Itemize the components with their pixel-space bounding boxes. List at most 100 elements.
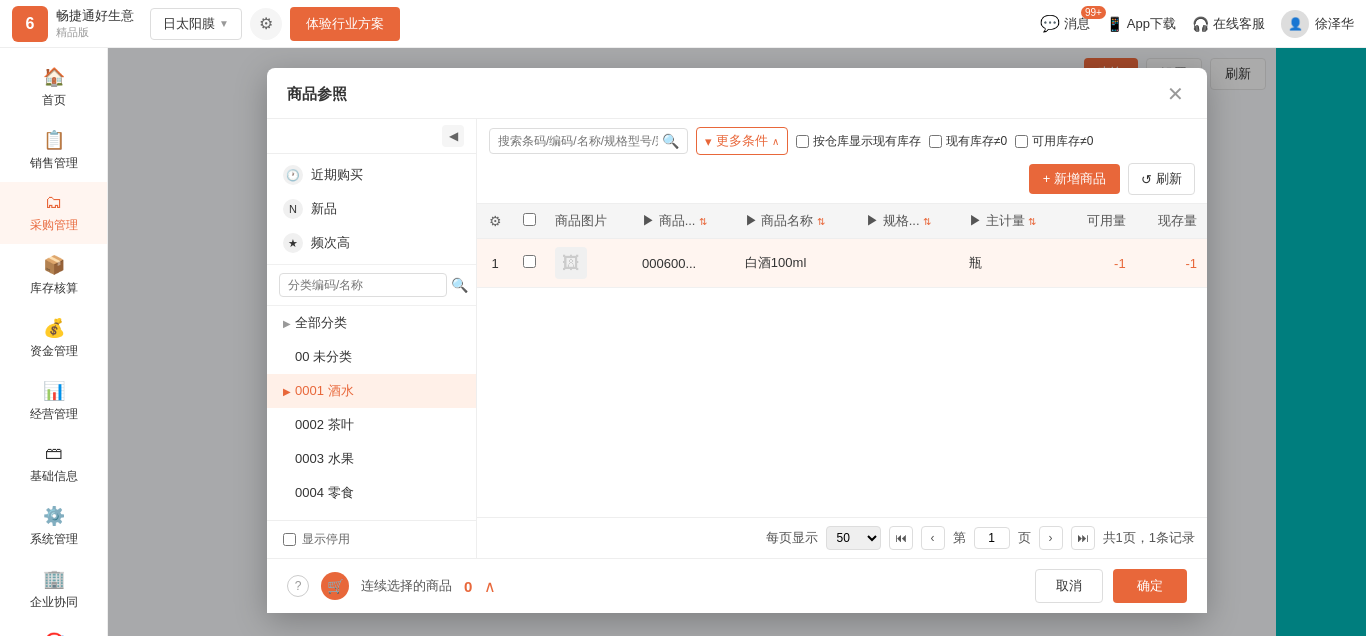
product-image: 🖼 [555, 247, 587, 279]
col-settings[interactable]: ⚙ [477, 204, 513, 239]
select-all-checkbox[interactable] [523, 213, 536, 226]
user-area[interactable]: 👤 徐泽华 [1281, 10, 1354, 38]
trial-button[interactable]: 体验行业方案 [290, 7, 400, 41]
warehouse-checkbox-label: 按仓库显示现有库存 [813, 133, 921, 150]
row-available: -1 [1064, 239, 1135, 288]
finance-icon: 💰 [43, 317, 65, 339]
sales-icon: 📋 [43, 129, 65, 151]
sidebar-item-inventory[interactable]: 📦 库存核算 [0, 244, 107, 307]
cancel-button[interactable]: 取消 [1035, 569, 1103, 603]
page-prev-button[interactable]: ‹ [921, 526, 945, 550]
collapse-footer-button[interactable]: ∧ [484, 577, 496, 596]
refresh-button[interactable]: ↺ 刷新 [1128, 163, 1195, 195]
quick-item-recent[interactable]: 🕐 近期购买 [267, 158, 476, 192]
modal-close-button[interactable]: ✕ [1163, 82, 1187, 106]
page-first-button[interactable]: ⏮ [889, 526, 913, 550]
row-check[interactable] [513, 239, 545, 288]
category-00[interactable]: 00 未分类 [267, 340, 476, 374]
enterprise-icon: 🏢 [43, 568, 65, 590]
logo-name: 畅捷通好生意 [56, 7, 134, 25]
headset-icon: 🎧 [1192, 16, 1209, 32]
purchase-icon: 🗂 [45, 192, 63, 213]
category-0005[interactable]: 0005 饮料 [267, 510, 476, 520]
page-last-button[interactable]: ⏭ [1071, 526, 1095, 550]
checkbox-warehouse[interactable]: 按仓库显示现有库存 [796, 133, 921, 150]
category-0003[interactable]: 0003 水果 [267, 442, 476, 476]
collapse-button[interactable]: ◀ [442, 125, 464, 147]
message-item[interactable]: 💬 消息 99+ [1040, 14, 1090, 33]
warehouse-checkbox-input[interactable] [796, 135, 809, 148]
filter-arrow-icon: ∧ [772, 136, 779, 147]
selected-count: 0 [464, 578, 472, 595]
all-arrow: ▶ [283, 318, 291, 329]
row-stock: -1 [1136, 239, 1207, 288]
toolbar: 🔍 ▾ 更多条件 ∧ 按仓库显示现有库存 [477, 119, 1207, 204]
confirm-button[interactable]: 确定 [1113, 569, 1187, 603]
category-search-icon: 🔍 [451, 277, 468, 293]
sidebar-item-purchase[interactable]: 🗂 采购管理 [0, 182, 107, 244]
modal-body: ◀ 🕐 近期购买 N 新品 ★ [267, 119, 1207, 558]
cart-button[interactable]: 🛒 [321, 572, 349, 600]
sidebar-item-basic[interactable]: 🗃 基础信息 [0, 433, 107, 495]
nav-select[interactable]: 日太阳膜 ▼ [150, 8, 242, 40]
category-0002[interactable]: 0002 茶叶 [267, 408, 476, 442]
help-button[interactable]: ? [287, 575, 309, 597]
product-search-input[interactable] [498, 134, 658, 148]
sidebar-label-sales: 销售管理 [30, 155, 78, 172]
available-nonzero-input[interactable] [1015, 135, 1028, 148]
refresh-label: 刷新 [1156, 170, 1182, 188]
sidebar-item-enterprise[interactable]: 🏢 企业协同 [0, 558, 107, 621]
sidebar-label-system: 系统管理 [30, 531, 78, 548]
right-panel: 🔍 ▾ 更多条件 ∧ 按仓库显示现有库存 [477, 119, 1207, 558]
row-img: 🖼 [545, 239, 632, 288]
sidebar-item-guide[interactable]: 🎯 新手引导 [0, 621, 107, 636]
sidebar-label-purchase: 采购管理 [30, 217, 78, 234]
sidebar-label-home: 首页 [42, 92, 66, 109]
nav-select-label: 日太阳膜 [163, 15, 215, 33]
nav-right: 💬 消息 99+ 📱 App下载 🎧 在线客服 👤 徐泽华 [1040, 10, 1354, 38]
operation-icon: 📊 [43, 380, 65, 402]
filter-button[interactable]: ▾ 更多条件 ∧ [696, 127, 788, 155]
category-search-input[interactable] [279, 273, 447, 297]
page-size-select[interactable]: 10 20 50 100 [826, 526, 881, 550]
quick-item-frequent[interactable]: ★ 频次高 [267, 226, 476, 260]
row-checkbox[interactable] [523, 255, 536, 268]
checkbox-stock-nonzero[interactable]: 现有库存≠0 [929, 133, 1007, 150]
modal-header: 商品参照 ✕ [267, 68, 1207, 119]
show-disabled-label: 显示停用 [302, 531, 350, 548]
col-unit[interactable]: ▶ 主计量 ⇅ [959, 204, 1064, 239]
sidebar-item-sales[interactable]: 📋 销售管理 [0, 119, 107, 182]
filter-label: 更多条件 [716, 132, 768, 150]
sidebar-label-finance: 资金管理 [30, 343, 78, 360]
cat-00-label: 00 未分类 [295, 349, 352, 364]
col-code[interactable]: ▶ 商品... ⇅ [632, 204, 735, 239]
add-product-button[interactable]: + 新增商品 [1029, 164, 1120, 194]
sidebar-item-operation[interactable]: 📊 经营管理 [0, 370, 107, 433]
show-disabled-checkbox[interactable] [283, 533, 296, 546]
table-row[interactable]: 1 🖼 000600... 白酒100ml [477, 239, 1207, 288]
content-area: 查询 设置 刷新 商品参照 ✕ ◀ [108, 48, 1366, 636]
frequent-icon: ★ [283, 233, 303, 253]
col-spec[interactable]: ▶ 规格... ⇅ [856, 204, 959, 239]
category-search-row: 🔍 [267, 265, 476, 306]
modal: 商品参照 ✕ ◀ 🕐 近期购买 [267, 68, 1207, 613]
col-name[interactable]: ▶ 商品名称 ⇅ [735, 204, 856, 239]
checkbox-available-nonzero[interactable]: 可用库存≠0 [1015, 133, 1093, 150]
online-service-item[interactable]: 🎧 在线客服 [1192, 15, 1265, 33]
sidebar-item-finance[interactable]: 💰 资金管理 [0, 307, 107, 370]
category-0001[interactable]: ▶ 0001 酒水 [267, 374, 476, 408]
quick-item-new[interactable]: N 新品 [267, 192, 476, 226]
col-available: 可用量 [1064, 204, 1135, 239]
sidebar-item-system[interactable]: ⚙️ 系统管理 [0, 495, 107, 558]
page-input[interactable] [974, 527, 1010, 549]
all-label: 全部分类 [295, 314, 347, 332]
cat-0001-label: 0001 酒水 [295, 382, 354, 400]
gear-button[interactable]: ⚙ [250, 8, 282, 40]
sidebar-item-home[interactable]: 🏠 首页 [0, 56, 107, 119]
app-download-item[interactable]: 📱 App下载 [1106, 15, 1176, 33]
page-text: 第 [953, 529, 966, 547]
category-all[interactable]: ▶ 全部分类 [267, 306, 476, 340]
page-next-button[interactable]: › [1039, 526, 1063, 550]
category-0004[interactable]: 0004 零食 [267, 476, 476, 510]
stock-nonzero-input[interactable] [929, 135, 942, 148]
